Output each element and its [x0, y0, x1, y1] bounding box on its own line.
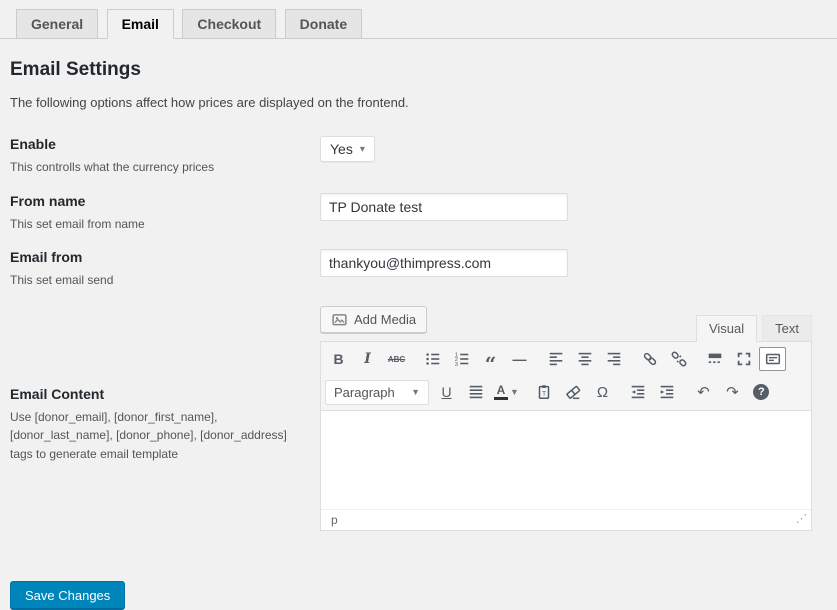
- email-content-row: Email Content Use [donor_email], [donor_…: [10, 305, 817, 531]
- strikethrough-icon: ABC: [387, 354, 406, 364]
- text-tab[interactable]: Text: [762, 314, 812, 341]
- tab-email[interactable]: Email: [106, 9, 174, 39]
- email-from-description: This set email send: [10, 273, 114, 288]
- paste-as-text-icon: T: [535, 383, 553, 401]
- settings-tab-bar: General Email Checkout Donate: [0, 0, 837, 39]
- visual-tab[interactable]: Visual: [695, 314, 758, 342]
- justify-button[interactable]: [462, 380, 489, 404]
- horizontal-rule-icon: —: [512, 351, 527, 368]
- page-subtitle: The following options affect how prices …: [10, 95, 409, 110]
- page-title: Email Settings: [10, 59, 141, 80]
- undo-icon: ↶: [697, 384, 710, 402]
- unlink-icon: [670, 350, 688, 368]
- svg-text:T: T: [542, 391, 546, 398]
- email-from-label: Email from: [10, 249, 83, 266]
- resize-grip-icon[interactable]: ⋰: [796, 514, 807, 525]
- outdent-button[interactable]: [625, 380, 652, 404]
- redo-icon: ↷: [726, 384, 739, 402]
- enable-label: Enable: [10, 136, 56, 152]
- indent-icon: [658, 383, 676, 401]
- add-media-button[interactable]: Add Media: [320, 305, 428, 333]
- editor-element-path: p: [331, 512, 338, 527]
- add-media-icon: [331, 311, 348, 328]
- add-media-label: Add Media: [354, 311, 417, 327]
- editor-mode-tabs: Visual Text: [691, 314, 812, 342]
- toolbar-row-1: B I ABC 1 2 3 “ —: [324, 343, 808, 376]
- insert-more-tag-button[interactable]: [701, 347, 728, 371]
- svg-text:3: 3: [454, 362, 457, 368]
- editor-frame: B I ABC 1 2 3 “ — Paragraph ▼ U A ▼ T Ω …: [320, 340, 812, 531]
- email-from-input[interactable]: [320, 249, 568, 278]
- underline-icon: U: [441, 384, 452, 401]
- from-name-description: This set email from name: [10, 216, 145, 231]
- enable-description: This controlls what the currency prices: [10, 160, 215, 174]
- editor-status-bar: p ⋰: [321, 508, 811, 530]
- align-center-icon: [576, 350, 594, 368]
- numbered-list-icon: 123: [453, 350, 471, 368]
- chevron-down-icon: ▾: [359, 143, 365, 155]
- blockquote-icon: “: [484, 352, 497, 377]
- underline-button[interactable]: U: [433, 380, 460, 404]
- enable-select-value: Yes: [330, 141, 353, 157]
- link-icon: [641, 350, 659, 368]
- text-color-button[interactable]: A ▼: [491, 380, 522, 404]
- align-right-icon: [605, 350, 623, 368]
- align-center-button[interactable]: [571, 347, 598, 371]
- link-button[interactable]: [636, 347, 663, 371]
- bold-button[interactable]: B: [325, 347, 352, 371]
- text-color-icon: A: [494, 384, 508, 401]
- email-from-row: Email from This set email send: [10, 249, 817, 290]
- align-left-button[interactable]: [542, 347, 569, 371]
- fullscreen-icon: [735, 350, 753, 368]
- italic-icon: I: [364, 351, 371, 368]
- special-character-button[interactable]: Ω: [589, 380, 616, 404]
- email-content-description: Use [donor_email], [donor_first_name], […: [10, 409, 287, 461]
- tab-checkout[interactable]: Checkout: [182, 9, 277, 39]
- clear-formatting-icon: [564, 383, 582, 401]
- editor-toolbar: B I ABC 1 2 3 “ — Paragraph ▼ U A ▼ T Ω …: [321, 341, 811, 411]
- settings-content: Email Settings The following options aff…: [0, 59, 837, 610]
- justify-icon: [467, 383, 485, 401]
- editor-content-area[interactable]: [321, 410, 811, 509]
- toolbar-toggle-icon: [764, 350, 782, 368]
- toolbar-toggle-button[interactable]: [759, 347, 786, 372]
- bold-icon: B: [333, 351, 344, 368]
- toolbar-row-2: Paragraph ▼ U A ▼ T Ω ↶ ↷ ?: [324, 376, 808, 409]
- email-content-editor: Add Media Visual Text B I ABC 1 2 3 “ — …: [320, 305, 812, 531]
- from-name-input[interactable]: [320, 192, 568, 221]
- clear-formatting-button[interactable]: [560, 380, 587, 404]
- horizontal-rule-button[interactable]: —: [506, 347, 533, 371]
- enable-select[interactable]: Yes ▾: [320, 136, 375, 162]
- fullscreen-button[interactable]: [730, 347, 757, 371]
- blockquote-button[interactable]: “: [477, 347, 504, 377]
- outdent-icon: [629, 383, 647, 401]
- indent-button[interactable]: [654, 380, 681, 404]
- align-right-button[interactable]: [600, 347, 627, 371]
- strikethrough-button[interactable]: ABC: [383, 347, 410, 371]
- undo-button[interactable]: ↶: [690, 380, 717, 404]
- enable-row: Enable This controlls what the currency …: [10, 136, 817, 177]
- tab-donate[interactable]: Donate: [284, 9, 363, 39]
- tab-general[interactable]: General: [16, 9, 99, 39]
- insert-more-tag-icon: [706, 350, 724, 368]
- help-icon: ?: [753, 384, 770, 401]
- email-content-label: Email Content: [10, 385, 105, 402]
- italic-button[interactable]: I: [354, 347, 381, 371]
- bulleted-list-button[interactable]: [419, 347, 446, 371]
- from-name-row: From name This set email from name: [10, 192, 817, 234]
- numbered-list-button[interactable]: 123: [448, 347, 475, 371]
- special-character-icon: Ω: [596, 383, 609, 401]
- unlink-button[interactable]: [665, 347, 692, 371]
- chevron-down-icon: ▼: [411, 387, 420, 398]
- from-name-label: From name: [10, 192, 86, 209]
- help-button[interactable]: ?: [748, 380, 775, 404]
- chevron-down-icon: ▼: [510, 387, 519, 398]
- paste-as-text-button[interactable]: T: [531, 380, 558, 404]
- paragraph-format-select[interactable]: Paragraph ▼: [325, 379, 429, 405]
- redo-button[interactable]: ↷: [719, 380, 746, 404]
- align-left-icon: [547, 350, 565, 368]
- bulleted-list-icon: [424, 350, 442, 368]
- paragraph-format-value: Paragraph: [334, 384, 395, 400]
- save-changes-button[interactable]: Save Changes: [10, 580, 126, 610]
